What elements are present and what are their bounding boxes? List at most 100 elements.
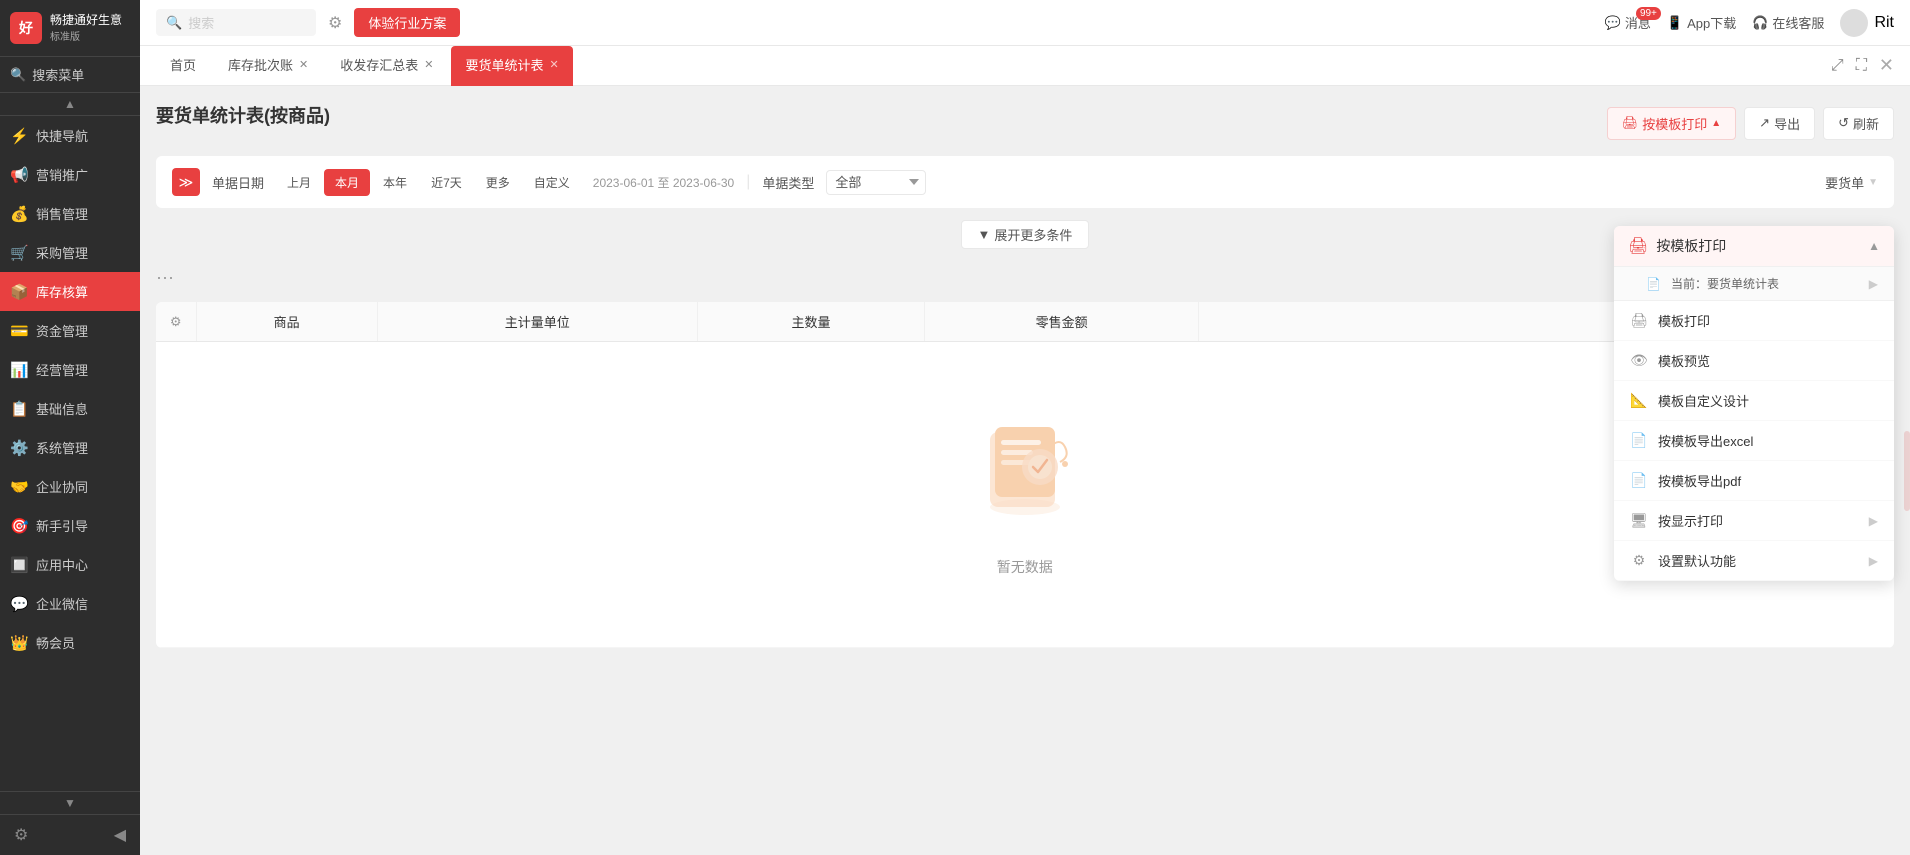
template-print-icon: 🖨 (1630, 312, 1648, 329)
app-name: 畅捷通好生意 (50, 13, 122, 29)
nav-label-purchase: 采购管理 (36, 243, 88, 262)
date-this-month[interactable]: 本月 (324, 169, 370, 196)
dropdown-display-print[interactable]: 🖥 按显示打印 ▶ (1614, 501, 1894, 541)
scroll-down-btn[interactable]: ▼ (0, 791, 140, 814)
sidebar-item-purchase[interactable]: 🛒采购管理 (0, 233, 140, 272)
user-info[interactable]: Rit (1840, 9, 1894, 37)
dropdown-template-print[interactable]: 🖨 模板打印 (1614, 301, 1894, 341)
more-options-icon[interactable]: ··· (156, 267, 174, 288)
expand-more-label: 展开更多条件 (994, 225, 1072, 244)
col-settings[interactable]: ⚙ (156, 302, 196, 342)
date-last-month[interactable]: 上月 (276, 169, 322, 196)
export-btn[interactable]: ↗ 导出 (1744, 107, 1815, 140)
print-template-dropdown: 🖨 按模板打印 ▲ 📄 当前：要货单统计表 ▶ 🖨 模板打印 👁 模板预览 📐 (1614, 226, 1894, 581)
nav-label-guide: 新手引导 (36, 516, 88, 535)
sidebar-item-base[interactable]: 📋基础信息 (0, 389, 140, 428)
trial-btn[interactable]: 体验行业方案 (354, 8, 460, 37)
page-scrollbar[interactable] (1904, 431, 1910, 511)
sidebar-item-sales[interactable]: 💰销售管理 (0, 194, 140, 233)
nav-icon-marketing: 📢 (10, 166, 28, 184)
filter-collapse-btn[interactable]: ≫ (172, 168, 200, 196)
sidebar-item-collab[interactable]: 🤝企业协同 (0, 467, 140, 506)
type-filter-select[interactable]: 全部 (826, 170, 926, 195)
sidebar-item-finance[interactable]: 💳 资金管理 (0, 311, 140, 350)
sidebar-item-system[interactable]: ⚙️系统管理 (0, 428, 140, 467)
type-filter-label: 单据类型 (762, 173, 814, 192)
topbar-gear-icon[interactable]: ⚙ (328, 13, 342, 33)
refresh-btn[interactable]: ↺ 刷新 (1823, 107, 1894, 140)
sidebar-bottom: ⚙ ◀ (0, 814, 140, 855)
print-template-chevron: ▲ (1711, 118, 1721, 129)
app-download-label: App下载 (1687, 13, 1736, 32)
sidebar-item-apps[interactable]: 🔲应用中心 (0, 545, 140, 584)
print-template-btn[interactable]: 🖨 按模板打印 ▲ (1607, 107, 1736, 140)
expand-more-btn[interactable]: ▼ 展开更多条件 (961, 220, 1090, 249)
date-this-year[interactable]: 本年 (372, 169, 418, 196)
window-close-btn[interactable]: ✕ (1879, 55, 1894, 76)
main-content: 🔍 搜索 ⚙ 体验行业方案 💬 消息 99+ 📱 App下载 🎧 在线客服 Ri… (140, 0, 1910, 855)
dropdown-template-excel[interactable]: 📄 按模板导出excel (1614, 421, 1894, 461)
app-version: 标准版 (50, 28, 122, 43)
sidebar-item-guide[interactable]: 🎯新手引导 (0, 506, 140, 545)
dropdown-close-chevron[interactable]: ▲ (1868, 239, 1880, 253)
dropdown-title: 按模板打印 (1656, 236, 1726, 256)
dropdown-current-item[interactable]: 📄 当前：要货单统计表 ▶ (1614, 267, 1894, 301)
dropdown-template-design[interactable]: 📐 模板自定义设计 (1614, 381, 1894, 421)
col-product: 商品 (196, 302, 377, 342)
collapse-icon[interactable]: ◀ (114, 825, 126, 845)
export-icon: ↗ (1759, 115, 1770, 131)
search-menu-label: 搜索菜单 (32, 65, 84, 84)
sidebar-item-quick-nav[interactable]: ⚡快捷导航 (0, 116, 140, 155)
filter-bar: ≫ 单据日期 上月 本月 本年 近7天 更多 自定义 2023-06-01 至 … (156, 156, 1894, 208)
download-icon: 📱 (1667, 15, 1683, 31)
tab-home[interactable]: 首页 (156, 46, 210, 86)
sidebar-item-wechat[interactable]: 💬企业微信 (0, 584, 140, 623)
nav-label-finance: 资金管理 (36, 321, 88, 340)
sidebar-item-member[interactable]: 👑畅会员 (0, 623, 140, 662)
dropdown-default-func[interactable]: ⚙ 设置默认功能 ▶ (1614, 541, 1894, 581)
tab-order-stats-close[interactable]: ✕ (550, 58, 559, 71)
tab-batch-accounts-label: 库存批次账 (228, 55, 293, 74)
nav-label-wechat: 企业微信 (36, 594, 88, 613)
tab-receipts-summary-close[interactable]: ✕ (424, 58, 433, 71)
search-menu[interactable]: 🔍 搜索菜单 (0, 57, 140, 93)
tab-expand-icon[interactable]: ⤢ (1831, 57, 1844, 75)
app-download-btn[interactable]: 📱 App下载 (1667, 13, 1736, 32)
date-custom[interactable]: 自定义 (523, 169, 581, 196)
online-service-btn[interactable]: 🎧 在线客服 (1752, 13, 1824, 32)
sidebar-item-inventory[interactable]: 📦库存核算 (0, 272, 140, 311)
date-more[interactable]: 更多 (475, 169, 521, 196)
sidebar-item-marketing[interactable]: 📢营销推广 (0, 155, 140, 194)
nav-icon-finance: 💳 (10, 322, 28, 340)
page-actions: 🖨 按模板打印 ▲ ↗ 导出 ↺ 刷新 (1607, 107, 1894, 140)
template-print-label: 模板打印 (1658, 311, 1710, 330)
sidebar-item-operations[interactable]: 📊经营管理 (0, 350, 140, 389)
display-print-icon: 🖥 (1630, 512, 1648, 529)
service-icon: 🎧 (1752, 15, 1768, 31)
user-name: Rit (1874, 14, 1894, 32)
dropdown-template-preview[interactable]: 👁 模板预览 (1614, 341, 1894, 381)
nav-icon-member: 👑 (10, 634, 28, 652)
column-settings-icon[interactable]: ⚙ (170, 314, 182, 329)
nav-label-base: 基础信息 (36, 399, 88, 418)
tab-receipts-summary[interactable]: 收发存汇总表 ✕ (326, 46, 447, 86)
tab-order-stats[interactable]: 要货单统计表 ✕ (451, 46, 572, 86)
messages-btn[interactable]: 💬 消息 99+ (1605, 13, 1651, 32)
col-retail-amount: 零售金额 (925, 302, 1199, 342)
scroll-up-btn[interactable]: ▲ (0, 93, 140, 116)
topbar-search[interactable]: 🔍 搜索 (156, 9, 316, 36)
template-preview-label: 模板预览 (1658, 351, 1710, 370)
date-last-7-days[interactable]: 近7天 (420, 169, 473, 196)
tab-home-label: 首页 (170, 55, 196, 74)
topbar-search-icon: 🔍 (166, 15, 182, 31)
dropdown-template-pdf[interactable]: 📄 按模板导出pdf (1614, 461, 1894, 501)
col-quantity: 主数量 (697, 302, 925, 342)
tab-batch-accounts[interactable]: 库存批次账 ✕ (214, 46, 322, 86)
tab-order-stats-label: 要货单统计表 (465, 55, 543, 74)
tab-batch-accounts-close[interactable]: ✕ (299, 58, 308, 71)
settings-icon[interactable]: ⚙ (14, 825, 28, 845)
template-excel-icon: 📄 (1630, 432, 1648, 449)
template-preview-icon: 👁 (1630, 352, 1648, 369)
tab-fullscreen-icon[interactable]: ⛶ (1856, 57, 1867, 75)
nav-icon-operations: 📊 (10, 361, 28, 379)
